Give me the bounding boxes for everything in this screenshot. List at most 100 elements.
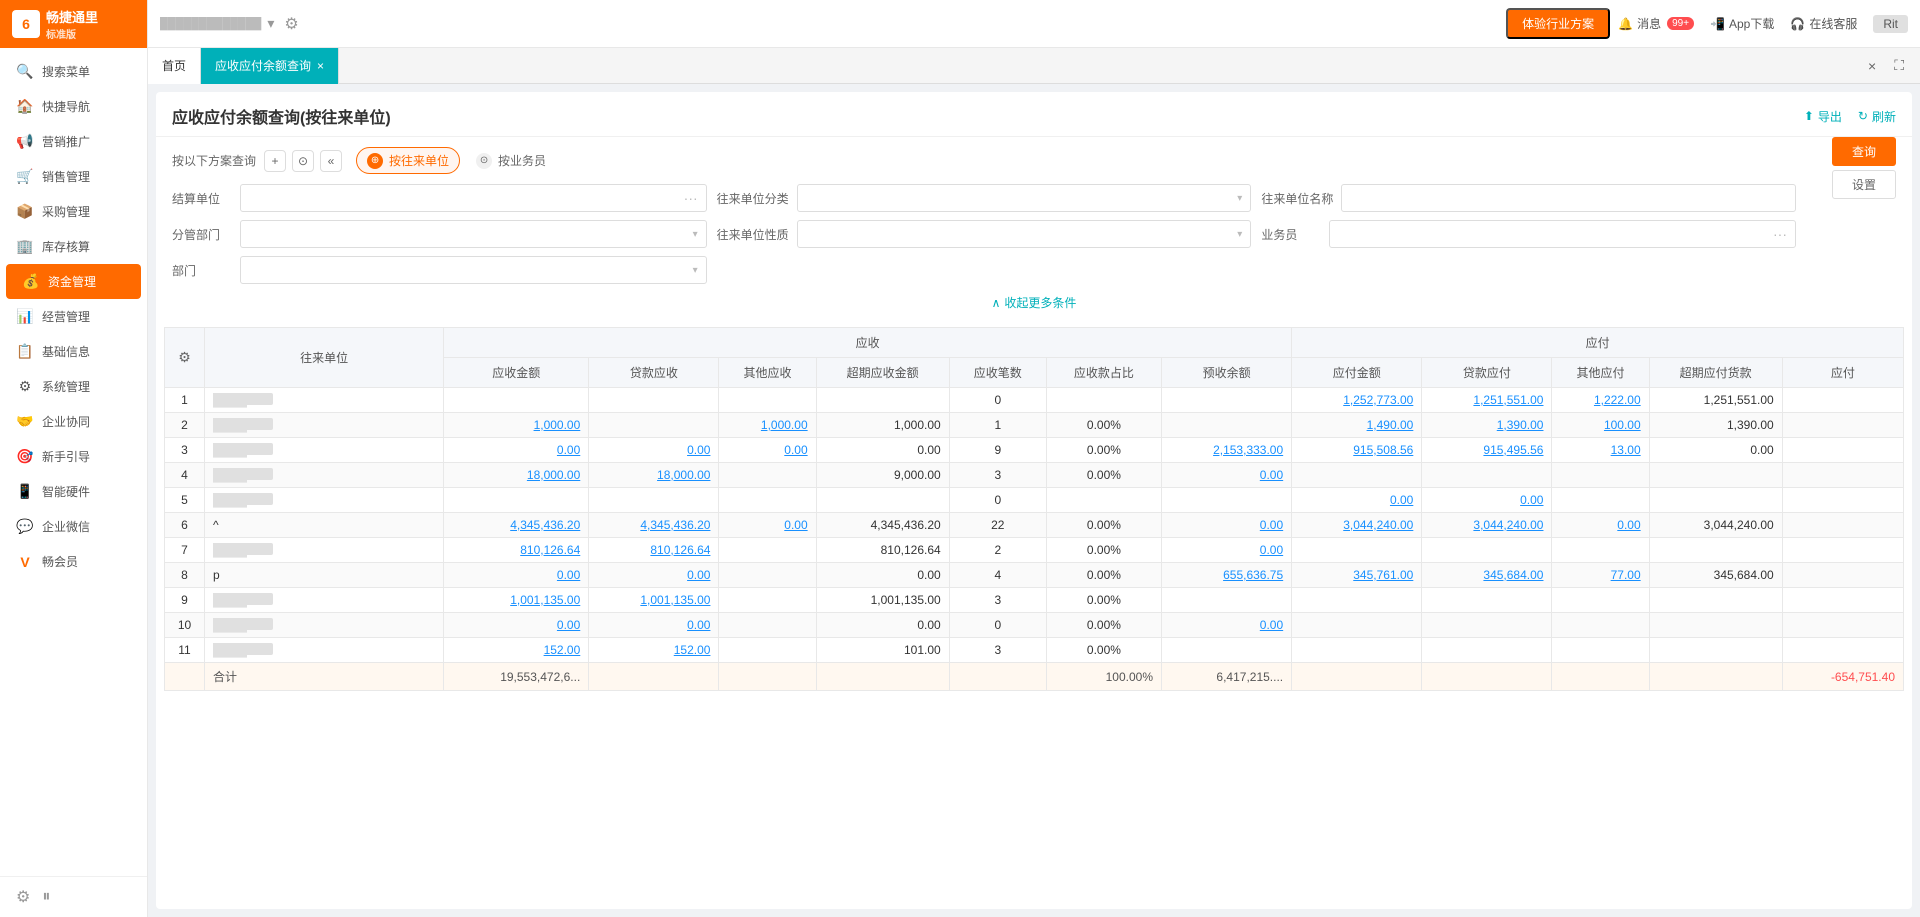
- scheme-by-staff[interactable]: ⊙ 按业务员: [466, 147, 556, 174]
- sidebar-footer: ⚙ ⏸: [0, 876, 147, 917]
- breadcrumb-dropdown[interactable]: ▾: [267, 15, 274, 32]
- filter-grid-row2: 分管部门 ▾ 往来单位性质 ▾ 业务员: [172, 220, 1896, 248]
- fenguan-arrow-icon: ▾: [693, 229, 698, 240]
- footer-ar-advance: 6,417,215....: [1162, 663, 1292, 691]
- sidebar-item-wechat[interactable]: 💬 企业微信: [0, 509, 147, 544]
- table-settings-icon[interactable]: ⚙: [178, 349, 191, 365]
- row-ar-overdue: 0.00: [816, 613, 949, 638]
- th-group-ar: 应收: [444, 328, 1292, 358]
- sidebar-item-marketing[interactable]: 📢 营销推广: [0, 124, 147, 159]
- row-ar-loan: 810,126.64: [589, 538, 719, 563]
- row-ar-amount: 0.00: [444, 613, 589, 638]
- sidebar-item-guide[interactable]: 🎯 新手引导: [0, 439, 147, 474]
- export-btn[interactable]: ⬆ 导出: [1804, 108, 1842, 125]
- scheme-unit-label: 按往来单位: [389, 152, 449, 169]
- row-ar-ratio: 0.00%: [1046, 638, 1161, 663]
- th-ar-ratio: 应收款占比: [1046, 358, 1161, 388]
- sidebar-item-basic[interactable]: 📋 基础信息: [0, 334, 147, 369]
- tab-fullscreen-btn[interactable]: ⛶: [1886, 53, 1912, 78]
- sidebar-item-hardware[interactable]: 📱 智能硬件: [0, 474, 147, 509]
- row-partner: ████: [205, 388, 444, 413]
- tab-close-icon[interactable]: ×: [317, 59, 324, 73]
- filter-row-xingzhi: 往来单位性质 ▾: [717, 220, 1252, 248]
- mingcheng-input[interactable]: [1341, 184, 1796, 212]
- row-partner: ████: [205, 538, 444, 563]
- vip-icon: V: [16, 554, 34, 570]
- sidebar-item-operations[interactable]: 📊 经营管理: [0, 299, 147, 334]
- app-download-btn[interactable]: 📲 App下载: [1710, 15, 1774, 32]
- jiesuan-input[interactable]: ···: [240, 184, 707, 212]
- th-ap-amount: 应付金额: [1292, 358, 1422, 388]
- row-ar-amount: 1,001,135.00: [444, 588, 589, 613]
- sidebar-item-purchase[interactable]: 📦 采购管理: [0, 194, 147, 229]
- settings-button[interactable]: 设置: [1832, 170, 1896, 199]
- filter-row-jiesuan: 结算单位 ···: [172, 184, 707, 212]
- row-ap-loan: 3,044,240.00: [1422, 513, 1552, 538]
- row-ap-extra: [1782, 563, 1903, 588]
- search-icon: 🔍: [16, 63, 34, 80]
- sidebar-item-collab[interactable]: 🤝 企业协同: [0, 404, 147, 439]
- row-ap-extra: [1782, 638, 1903, 663]
- scheme-by-unit[interactable]: ⊕ 按往来单位: [356, 147, 460, 174]
- export-icon: ⬆: [1804, 109, 1814, 123]
- row-ar-overdue: [816, 488, 949, 513]
- fenguan-input[interactable]: ▾: [240, 220, 707, 248]
- table-container[interactable]: ⚙ 往来单位 应收 应付 应收金额 贷款应收 其他应收 超期应收金额 应收笔数 …: [164, 327, 1904, 901]
- row-ap-extra: [1782, 488, 1903, 513]
- guide-icon: 🎯: [16, 448, 34, 465]
- row-ar-overdue: 810,126.64: [816, 538, 949, 563]
- settings-gear-icon[interactable]: ⚙: [280, 10, 302, 38]
- sidebar-collapse-btn[interactable]: ⏸: [42, 888, 50, 906]
- tab-close-all-btn[interactable]: ×: [1860, 54, 1884, 78]
- row-ar-loan: 0.00: [589, 438, 719, 463]
- row-ap-loan: [1422, 463, 1552, 488]
- refresh-btn[interactable]: ↻ 刷新: [1858, 108, 1896, 125]
- sidebar-item-search[interactable]: 🔍 搜索菜单: [0, 54, 147, 89]
- row-index: 11: [165, 638, 205, 663]
- app-logo: 6 畅捷通里 标准版: [0, 0, 147, 48]
- tab-ar-ap[interactable]: 应收应付余额查询 ×: [201, 48, 339, 84]
- sidebar-item-quicknav[interactable]: 🏠 快捷导航: [0, 89, 147, 124]
- row-ap-amount: 1,490.00: [1292, 413, 1422, 438]
- sidebar-item-vip[interactable]: V 畅会员: [0, 544, 147, 579]
- app-name: 畅捷通里: [46, 7, 98, 26]
- yewuyuan-dots-icon: ···: [1773, 226, 1787, 242]
- user-info[interactable]: Rit: [1873, 17, 1908, 31]
- row-ar-other: [719, 388, 816, 413]
- row-ar-other: 0.00: [719, 513, 816, 538]
- row-ap-loan: 1,251,551.00: [1422, 388, 1552, 413]
- sidebar-item-finance[interactable]: 💰 资金管理: [6, 264, 141, 299]
- row-partner: ^: [205, 513, 444, 538]
- sidebar-gear-btn[interactable]: ⚙: [16, 887, 30, 907]
- row-index: 6: [165, 513, 205, 538]
- row-ar-count: 22: [949, 513, 1046, 538]
- row-ar-advance: [1162, 638, 1292, 663]
- fenlei-input[interactable]: ▾: [797, 184, 1252, 212]
- sidebar-item-system[interactable]: ⚙ 系统管理: [0, 369, 147, 404]
- xingzhi-input[interactable]: ▾: [797, 220, 1252, 248]
- bumen-input[interactable]: ▾: [240, 256, 707, 284]
- yewuyuan-input[interactable]: ···: [1329, 220, 1796, 248]
- row-ap-other: [1552, 613, 1649, 638]
- row-ar-advance: [1162, 488, 1292, 513]
- row-ap-extra: [1782, 413, 1903, 438]
- sidebar-item-sales[interactable]: 🛒 销售管理: [0, 159, 147, 194]
- back-scheme-btn[interactable]: «: [320, 150, 342, 172]
- tab-home[interactable]: 首页: [148, 48, 201, 84]
- add-scheme-btn[interactable]: +: [264, 150, 286, 172]
- edit-scheme-btn[interactable]: ⊙: [292, 150, 314, 172]
- row-ar-ratio: 0.00%: [1046, 613, 1161, 638]
- notification-btn[interactable]: 🔔 消息 99+: [1618, 15, 1694, 32]
- table-row: 11 ████ 152.00 152.00 101.00 3 0.00%: [165, 638, 1904, 663]
- sidebar-label-finance: 资金管理: [48, 273, 96, 290]
- row-ap-overdue: 0.00: [1649, 438, 1782, 463]
- online-service-btn[interactable]: 🎧 在线客服: [1790, 15, 1857, 32]
- row-ar-advance: [1162, 388, 1292, 413]
- promo-button[interactable]: 体验行业方案: [1506, 8, 1610, 39]
- query-button[interactable]: 查询: [1832, 137, 1896, 166]
- footer-empty: [165, 663, 205, 691]
- filter-area: 按以下方案查询 + ⊙ « ⊕ 按往来单位 ⊙ 按业务员: [156, 137, 1912, 327]
- sidebar-label-hardware: 智能硬件: [42, 483, 90, 500]
- sidebar-item-inventory[interactable]: 🏢 库存核算: [0, 229, 147, 264]
- filter-collapse-btn[interactable]: ∧ 收起更多条件: [172, 288, 1896, 317]
